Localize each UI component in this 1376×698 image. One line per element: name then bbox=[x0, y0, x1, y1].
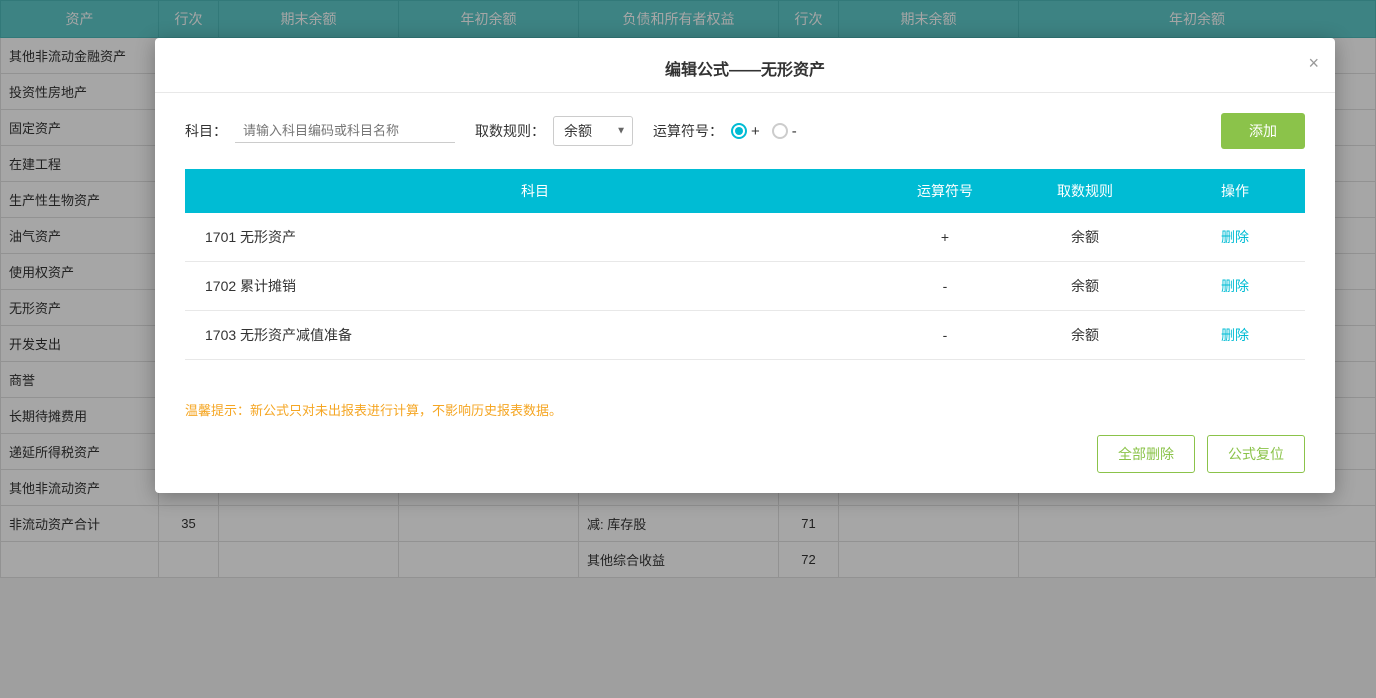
rule-select-wrapper[interactable]: 余额 ▼ bbox=[553, 116, 633, 146]
dropdown-arrow-icon: ▼ bbox=[616, 126, 626, 137]
modal-body: 科目： 取数规则： 余额 ▼ 运算符号： + bbox=[155, 93, 1335, 400]
form-row: 科目： 取数规则： 余额 ▼ 运算符号： + bbox=[185, 113, 1305, 149]
rule-label: 取数规则： bbox=[475, 121, 545, 141]
formula-table: 科目 运算符号 取数规则 操作 1701 无形资产 + 余额 删除 1702 累… bbox=[185, 169, 1305, 360]
table-row: 1701 无形资产 + 余额 删除 bbox=[185, 213, 1305, 262]
row1-rule: 余额 bbox=[1005, 213, 1165, 262]
radio-plus[interactable]: + bbox=[731, 123, 760, 140]
row2-operator: - bbox=[885, 262, 1005, 311]
edit-formula-modal: 编辑公式——无形资产 × 科目： 取数规则： 余额 ▼ 运算符号： bbox=[155, 38, 1335, 493]
radio-minus-circle[interactable] bbox=[772, 123, 788, 139]
subject-group: 科目： bbox=[185, 119, 455, 143]
rule-select[interactable]: 余额 ▼ bbox=[553, 116, 633, 146]
row1-subject: 1701 无形资产 bbox=[185, 213, 885, 262]
radio-plus-label: + bbox=[751, 123, 760, 140]
subject-input[interactable] bbox=[235, 119, 455, 143]
row2-delete-button[interactable]: 删除 bbox=[1221, 276, 1249, 296]
row3-subject: 1703 无形资产减值准备 bbox=[185, 311, 885, 360]
th-operator: 运算符号 bbox=[885, 169, 1005, 213]
operator-group: 运算符号： + - bbox=[653, 121, 797, 141]
warning-text: 温馨提示：新公式只对未出报表进行计算，不影响历史报表数据。 bbox=[185, 400, 1305, 419]
row3-rule: 余额 bbox=[1005, 311, 1165, 360]
th-rule: 取数规则 bbox=[1005, 169, 1165, 213]
modal-title: 编辑公式——无形资产 bbox=[665, 62, 825, 79]
row3-operator: - bbox=[885, 311, 1005, 360]
table-header-row: 科目 运算符号 取数规则 操作 bbox=[185, 169, 1305, 213]
row2-rule: 余额 bbox=[1005, 262, 1165, 311]
add-button[interactable]: 添加 bbox=[1221, 113, 1305, 149]
reset-formula-button[interactable]: 公式复位 bbox=[1207, 435, 1305, 473]
row3-delete-button[interactable]: 删除 bbox=[1221, 325, 1249, 345]
rule-group: 取数规则： 余额 ▼ bbox=[475, 116, 633, 146]
radio-plus-circle[interactable] bbox=[731, 123, 747, 139]
th-action: 操作 bbox=[1165, 169, 1305, 213]
close-icon[interactable]: × bbox=[1308, 54, 1319, 72]
radio-minus[interactable]: - bbox=[772, 123, 797, 140]
subject-label: 科目： bbox=[185, 121, 227, 141]
delete-all-button[interactable]: 全部删除 bbox=[1097, 435, 1195, 473]
th-subject: 科目 bbox=[185, 169, 885, 213]
operator-label: 运算符号： bbox=[653, 121, 723, 141]
table-row: 1702 累计摊销 - 余额 删除 bbox=[185, 262, 1305, 311]
row2-subject: 1702 累计摊销 bbox=[185, 262, 885, 311]
modal-footer: 温馨提示：新公式只对未出报表进行计算，不影响历史报表数据。 全部删除 公式复位 bbox=[155, 400, 1335, 493]
row1-delete-button[interactable]: 删除 bbox=[1221, 227, 1249, 247]
row1-operator: + bbox=[885, 213, 1005, 262]
footer-buttons: 全部删除 公式复位 bbox=[185, 435, 1305, 473]
radio-minus-label: - bbox=[792, 123, 797, 140]
rule-value: 余额 bbox=[564, 123, 592, 139]
modal-header: 编辑公式——无形资产 × bbox=[155, 38, 1335, 93]
table-row: 1703 无形资产减值准备 - 余额 删除 bbox=[185, 311, 1305, 360]
operator-radio-group: + - bbox=[731, 123, 797, 140]
